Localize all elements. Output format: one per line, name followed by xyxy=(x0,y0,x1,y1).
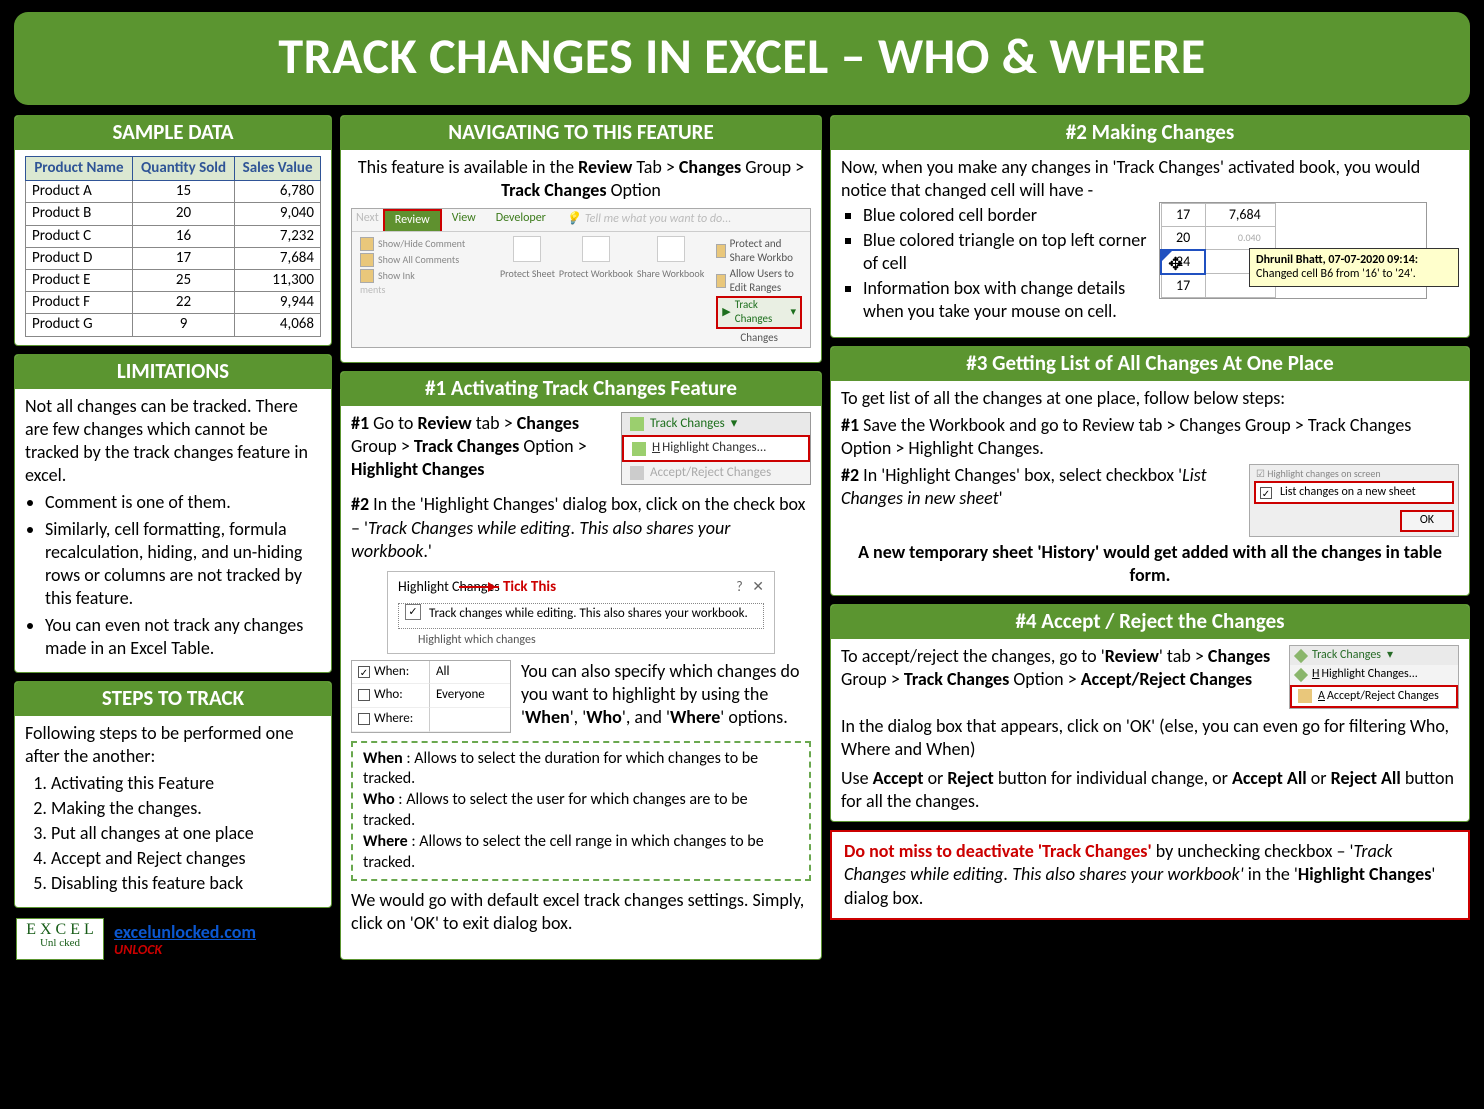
step1-card: #1 Activating Track Changes Feature #1 G… xyxy=(340,371,822,960)
list-changes-checkbox[interactable]: ✓List changes on a new sheet xyxy=(1254,481,1454,504)
table-row: Product F229,944 xyxy=(26,292,321,314)
steps-intro: Following steps to be performed one afte… xyxy=(25,722,321,768)
list-item: Activating this Feature xyxy=(51,772,321,795)
list-item: Disabling this feature back xyxy=(51,872,321,895)
table-row: Product C167,232 xyxy=(26,225,321,247)
menu2-track-changes[interactable]: Track Changes ▾ xyxy=(1290,646,1458,665)
step1-text2: #2 In the 'Highlight Changes' dialog box… xyxy=(351,493,811,562)
step3-header: #3 Getting List of All Changes At One Pl… xyxy=(831,347,1469,381)
site-link[interactable]: excelunlocked.com xyxy=(114,921,256,943)
ribbon-mock: Next Review View Developer 💡 Tell me wha… xyxy=(351,208,811,348)
step2-intro: Now, when you make any changes in 'Track… xyxy=(841,156,1459,202)
ribbon-tab-view[interactable]: View xyxy=(442,209,486,231)
step4-p2: In the dialog box that appears, click on… xyxy=(841,715,1459,761)
menu-accept-reject[interactable]: Accept/Reject Changes xyxy=(622,462,810,485)
menu-track-changes[interactable]: Track Changes ▾ xyxy=(622,413,810,436)
limitations-header: LIMITATIONS xyxy=(15,355,331,389)
list-item: Put all changes at one place xyxy=(51,822,321,845)
table-row: Product E2511,300 xyxy=(26,269,321,291)
steps-header: STEPS TO TRACK xyxy=(15,682,331,716)
table-row: Product A156,780 xyxy=(26,181,321,203)
step1-header: #1 Activating Track Changes Feature xyxy=(341,372,821,406)
track-while-editing-checkbox[interactable]: Track changes while editing. This also s… xyxy=(398,603,764,630)
step2-header: #2 Making Changes xyxy=(831,116,1469,150)
table-row: Product G94,068 xyxy=(26,314,321,336)
table-row: Product B209,040 xyxy=(26,203,321,225)
table-row: Product D177,684 xyxy=(26,247,321,269)
col-product: Product Name xyxy=(26,157,133,181)
step3-p1: To get list of all the changes at one pl… xyxy=(841,387,1459,410)
cursor-icon: ✥ xyxy=(1168,253,1183,276)
list-item: Blue colored triangle on top left corner… xyxy=(863,229,1149,275)
steps-card: STEPS TO TRACK Following steps to be per… xyxy=(14,681,332,908)
col-sales: Sales Value xyxy=(235,157,321,181)
sample-data-header: SAMPLE DATA xyxy=(15,116,331,150)
list-item: Making the changes. xyxy=(51,797,321,820)
step2-card: #2 Making Changes Now, when you make any… xyxy=(830,115,1470,338)
logo: E X C E L Unl cked xyxy=(16,918,104,960)
accept-reject-menu: Track Changes ▾ HHighlight Changes... AA… xyxy=(1289,645,1459,709)
ribbon-track-changes-button[interactable]: ▶ Track Changes ▾ xyxy=(716,296,802,328)
menu2-highlight[interactable]: HHighlight Changes... xyxy=(1290,665,1458,684)
sample-data-table: Product Name Quantity Sold Sales Value P… xyxy=(25,156,321,337)
page-title: TRACK CHANGES IN EXCEL – WHO & WHERE xyxy=(14,12,1470,105)
highlight-changes-dialog: Highlight Changes Tick This ? ✕ Track ch… xyxy=(387,571,775,654)
highlight-options-box: ✓When:All Who:Everyone Where: xyxy=(351,660,511,733)
when-who-where-text: You can also specify which changes do yo… xyxy=(521,660,811,729)
step3-p4: A new temporary sheet 'History' would ge… xyxy=(841,541,1459,587)
when-who-where-definitions: When : Allows to select the duration for… xyxy=(351,741,811,882)
nav-text: This feature is available in the Review … xyxy=(351,156,811,202)
unlock-tag: UNLOCK xyxy=(114,941,256,958)
step1-text1: #1 Go to Review tab > Changes Group > Tr… xyxy=(351,412,611,481)
step4-p1: To accept/reject the changes, go to 'Rev… xyxy=(841,645,1279,691)
nav-header: NAVIGATING TO THIS FEATURE xyxy=(341,116,821,150)
limitations-intro: Not all changes can be tracked. There ar… xyxy=(25,395,321,487)
list-item: Blue colored cell border xyxy=(863,204,1149,227)
step3-card: #3 Getting List of All Changes At One Pl… xyxy=(830,346,1470,596)
menu2-accept-reject[interactable]: AAccept/Reject Changes xyxy=(1290,685,1458,708)
col-qty: Quantity Sold xyxy=(132,157,234,181)
ribbon-tab-review[interactable]: Review xyxy=(383,209,442,231)
step3-p2: #1 Save the Workbook and go to Review ta… xyxy=(841,414,1459,460)
deactivate-warning: Do not miss to deactivate 'Track Changes… xyxy=(830,830,1470,920)
step1-text3: We would go with default excel track cha… xyxy=(351,889,811,935)
step3-p3: #2 In 'Highlight Changes' box, select ch… xyxy=(841,464,1239,510)
limitations-card: LIMITATIONS Not all changes can be track… xyxy=(14,354,332,673)
list-item: Similarly, cell formatting, formula reca… xyxy=(45,518,321,610)
footer-row: E X C E L Unl cked excelunlocked.com UNL… xyxy=(14,916,332,960)
ribbon-tab-developer[interactable]: Developer xyxy=(486,209,556,231)
step4-header: #4 Accept / Reject the Changes xyxy=(831,605,1469,639)
sample-data-card: SAMPLE DATA Product Name Quantity Sold S… xyxy=(14,115,332,346)
step4-p3: Use Accept or Reject button for individu… xyxy=(841,767,1459,813)
ribbon-tellme[interactable]: 💡 Tell me what you want to do... xyxy=(556,209,810,231)
list-changes-new-sheet-box: ☑ Highlight changes on screen ✓List chan… xyxy=(1249,464,1459,537)
nav-card: NAVIGATING TO THIS FEATURE This feature … xyxy=(340,115,822,363)
change-tooltip: Dhrunil Bhatt, 07-07-2020 09:14: Changed… xyxy=(1249,248,1459,287)
step4-card: #4 Accept / Reject the Changes To accept… xyxy=(830,604,1470,822)
menu-highlight-changes[interactable]: HHighlight Changes... xyxy=(622,435,810,462)
list-item: Comment is one of them. xyxy=(45,491,321,514)
footer-link-block: excelunlocked.com UNLOCK xyxy=(114,921,256,958)
ok-button[interactable]: OK xyxy=(1400,510,1454,531)
list-item: Information box with change details when… xyxy=(863,277,1149,323)
track-changes-menu: Track Changes ▾ HHighlight Changes... Ac… xyxy=(621,412,811,486)
list-item: You can even not track any changes made … xyxy=(45,614,321,660)
list-item: Accept and Reject changes xyxy=(51,847,321,870)
